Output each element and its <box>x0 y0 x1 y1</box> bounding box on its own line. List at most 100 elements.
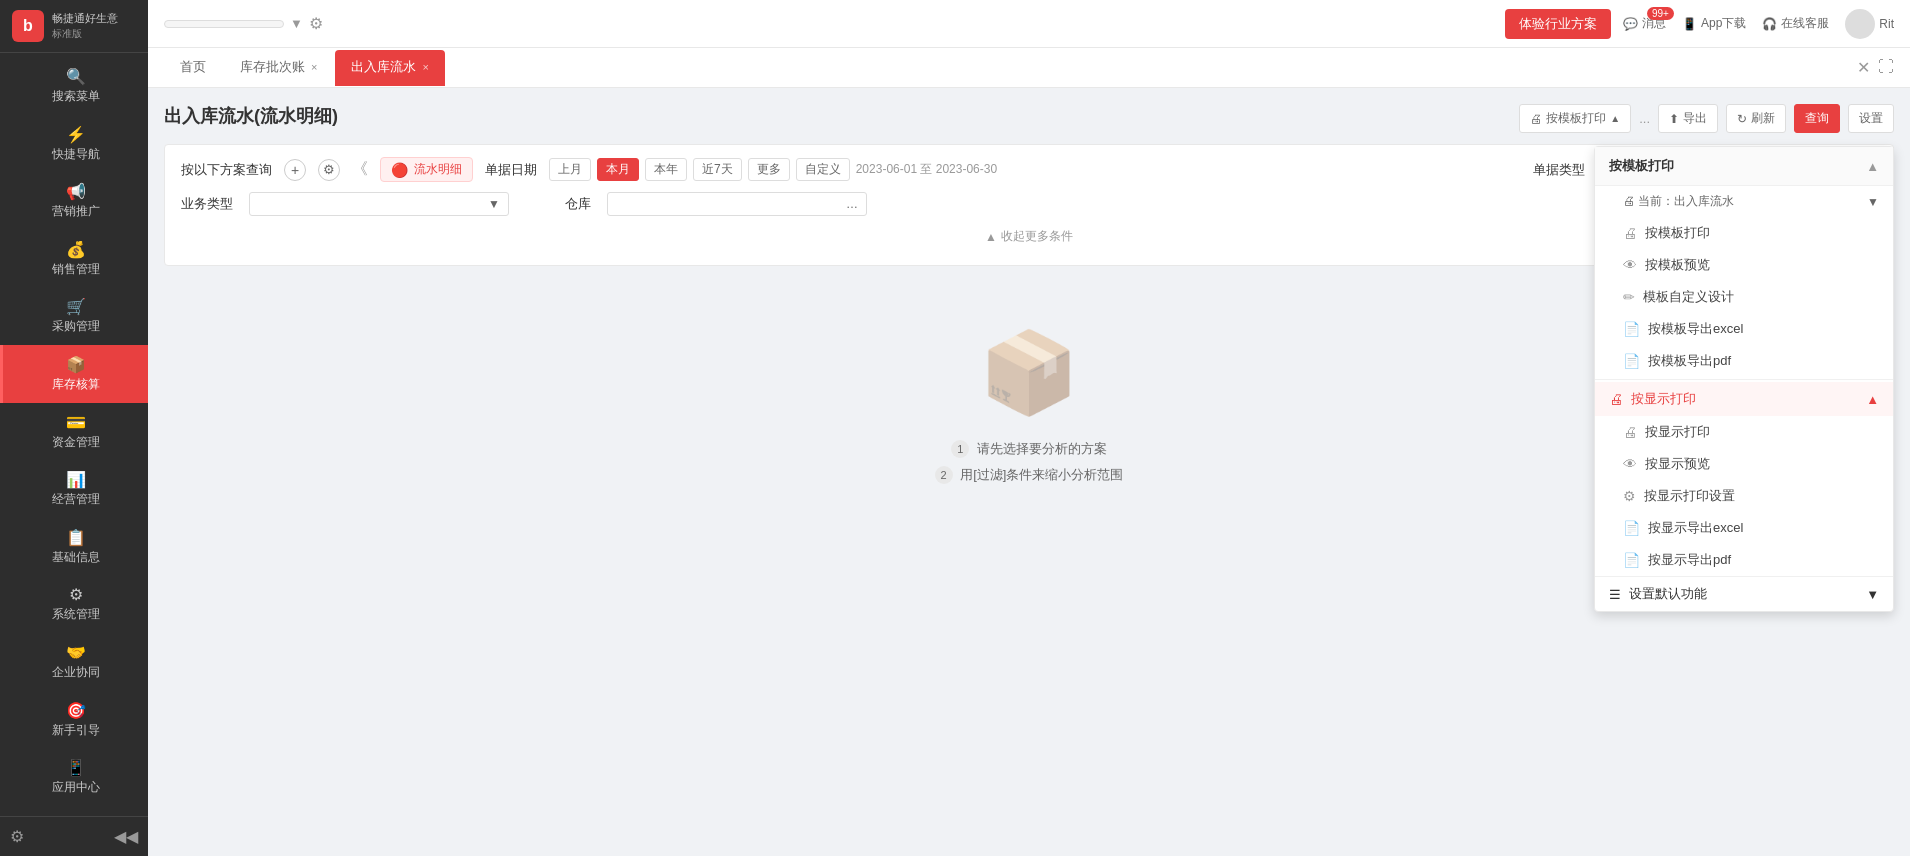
dropdown-group-item-0[interactable]: 🖨 按显示打印 <box>1595 416 1893 448</box>
sidebar-item-base[interactable]: 📋基础信息 <box>0 518 148 576</box>
dropdown-item-3[interactable]: 📄 按模板导出excel <box>1595 313 1893 345</box>
dropdown-item-label-3: 按模板导出excel <box>1648 320 1743 338</box>
tab-close-icon[interactable]: × <box>422 61 428 73</box>
nav-icon-purchase: 🛒 <box>66 297 86 316</box>
dropdown-group-item-3[interactable]: 📄 按显示导出excel <box>1595 512 1893 544</box>
footer-label: 设置默认功能 <box>1629 585 1707 603</box>
action-more-icon[interactable]: ... <box>1639 111 1650 126</box>
date-btn-近7天[interactable]: 近7天 <box>693 158 742 181</box>
dropdown-item-1[interactable]: 👁 按模板预览 <box>1595 249 1893 281</box>
dropdown-divider <box>1595 379 1893 380</box>
dropdown-group-item-4[interactable]: 📄 按显示导出pdf <box>1595 544 1893 576</box>
dropdown-item-4[interactable]: 📄 按模板导出pdf <box>1595 345 1893 377</box>
sidebar-item-wechat[interactable]: 💬企业微信 <box>0 806 148 816</box>
date-btn-更多[interactable]: 更多 <box>748 158 790 181</box>
nav-label-enterprise: 企业协同 <box>52 665 100 681</box>
page-content: 出入库流水(流水明细) 按以下方案查询 + ⚙ 《 🔴 流水明细 单据日期 上月… <box>148 88 1910 856</box>
nav-icon-quick-nav: ⚡ <box>66 125 86 144</box>
current-chevron: ▼ <box>1867 195 1879 209</box>
collapse-sidebar-icon[interactable]: ◀◀ <box>114 827 138 846</box>
refresh-btn[interactable]: ↻ 刷新 <box>1726 104 1786 133</box>
topbar-gear-icon[interactable]: ⚙ <box>309 14 323 33</box>
user-avatar-area[interactable]: Rit <box>1845 9 1894 39</box>
sidebar-item-purchase[interactable]: 🛒采购管理 <box>0 287 148 345</box>
tab-label: 出入库流水 <box>351 58 416 76</box>
filter-gear-button[interactable]: ⚙ <box>318 159 340 181</box>
tab-库存批次账[interactable]: 库存批次账 × <box>224 50 333 86</box>
close-all-icon[interactable]: ✕ <box>1857 58 1870 77</box>
industry-btn[interactable]: 体验行业方案 <box>1505 9 1611 39</box>
nav-label-operations: 经营管理 <box>52 492 100 508</box>
dropdown-panel: 按模板打印 ▲ 🖨 当前：出入库流水 ▼ 🖨 按模板打印 👁 按模板预览 ✏ 模… <box>1594 146 1894 612</box>
filter-add-button[interactable]: + <box>284 159 306 181</box>
date-btn-自定义[interactable]: 自定义 <box>796 158 850 181</box>
sidebar-item-inventory[interactable]: 📦库存核算 <box>0 345 148 403</box>
warehouse-label: 仓库 <box>565 195 591 213</box>
date-btn-本年[interactable]: 本年 <box>645 158 687 181</box>
customer-service-icon: 🎧 <box>1762 17 1777 31</box>
sidebar-item-guide[interactable]: 🎯新手引导 <box>0 691 148 749</box>
user-dropdown-icon[interactable]: ▼ <box>290 16 303 31</box>
message-item[interactable]: 💬 消息 99+ <box>1623 15 1666 32</box>
query-btn[interactable]: 查询 <box>1794 104 1840 133</box>
filter-tag-label: 流水明细 <box>414 161 462 178</box>
warehouse-select[interactable]: … <box>607 192 867 216</box>
nav-icon-sales: 💰 <box>66 240 86 259</box>
settings-btn[interactable]: 设置 <box>1848 104 1894 133</box>
filter-tag: 🔴 流水明细 <box>380 157 473 182</box>
dropdown-header: 按模板打印 ▲ <box>1595 147 1893 186</box>
dropdown-footer[interactable]: ☰ 设置默认功能 ▼ <box>1595 576 1893 611</box>
tab-close-icon[interactable]: × <box>311 61 317 73</box>
sidebar-item-app-center[interactable]: 📱应用中心 <box>0 748 148 806</box>
customer-service-item[interactable]: 🎧 在线客服 <box>1762 15 1829 32</box>
tab-label: 库存批次账 <box>240 58 305 76</box>
dropdown-item-0[interactable]: 🖨 按模板打印 <box>1595 217 1893 249</box>
message-icon: 💬 <box>1623 17 1638 31</box>
logo-text: 畅捷通好生意 <box>52 11 118 26</box>
sidebar-item-system[interactable]: ⚙系统管理 <box>0 575 148 633</box>
dropdown-item-icon-0: 🖨 <box>1623 225 1637 241</box>
sidebar-item-operations[interactable]: 📊经营管理 <box>0 460 148 518</box>
maximize-icon[interactable]: ⛶ <box>1878 58 1894 77</box>
sidebar-footer: ⚙ ◀◀ <box>0 816 148 856</box>
current-label: 🖨 当前：出入库流水 <box>1623 193 1734 210</box>
footer-chevron: ▼ <box>1866 587 1879 602</box>
user-name-area[interactable] <box>164 20 284 28</box>
date-filter: 上月本月本年近7天更多自定义 2023-06-01 至 2023-06-30 <box>549 158 997 181</box>
print-template-btn[interactable]: 🖨 按模板打印 ▲ <box>1519 104 1631 133</box>
date-btn-上月[interactable]: 上月 <box>549 158 591 181</box>
tab-label: 首页 <box>180 58 206 76</box>
sidebar-item-marketing[interactable]: 📢营销推广 <box>0 172 148 230</box>
nav-icon-search: 🔍 <box>66 67 86 86</box>
sidebar-item-enterprise[interactable]: 🤝企业协同 <box>0 633 148 691</box>
nav-label-quick-nav: 快捷导航 <box>52 147 100 163</box>
nav-label-marketing: 营销推广 <box>52 204 100 220</box>
date-btn-本月[interactable]: 本月 <box>597 158 639 181</box>
dropdown-group-item-icon-4: 📄 <box>1623 552 1640 568</box>
tip-number-2: 2 <box>935 466 953 484</box>
dropdown-title: 按模板打印 <box>1609 157 1674 175</box>
sidebar-item-quick-nav[interactable]: ⚡ 快捷导航 <box>0 115 148 173</box>
voucher-type-label: 单据类型 <box>1533 161 1585 179</box>
business-type-label: 业务类型 <box>181 195 233 213</box>
topbar-user: ▼ ⚙ <box>164 14 1493 33</box>
dropdown-group-item-1[interactable]: 👁 按显示预览 <box>1595 448 1893 480</box>
sidebar-item-finance[interactable]: 💳资金管理 <box>0 403 148 461</box>
settings-icon[interactable]: ⚙ <box>10 827 24 846</box>
tab-首页[interactable]: 首页 <box>164 50 222 86</box>
date-range-display: 2023-06-01 至 2023-06-30 <box>856 161 997 178</box>
nav-icon-finance: 💳 <box>66 413 86 432</box>
dropdown-item-2[interactable]: ✏ 模板自定义设计 <box>1595 281 1893 313</box>
export-btn[interactable]: ⬆ 导出 <box>1658 104 1718 133</box>
app-download-item[interactable]: 📱 App下载 <box>1682 15 1746 32</box>
filter-collapse-icon[interactable]: 《 <box>352 159 368 180</box>
sidebar-item-sales[interactable]: 💰销售管理 <box>0 230 148 288</box>
topbar: ▼ ⚙ 体验行业方案 💬 消息 99+ 📱 App下载 🎧 在线客服 Rit <box>148 0 1910 48</box>
business-type-select[interactable]: ▼ <box>249 192 509 216</box>
dropdown-group-item-icon-2: ⚙ <box>1623 488 1636 504</box>
dropdown-group-item-2[interactable]: ⚙ 按显示打印设置 <box>1595 480 1893 512</box>
dropdown-up-icon[interactable]: ▲ <box>1866 159 1879 174</box>
sidebar-item-search[interactable]: 🔍搜索菜单 <box>0 57 148 115</box>
tab-出入库流水[interactable]: 出入库流水 × <box>335 50 444 86</box>
dropdown-group-header[interactable]: 🖨 按显示打印 ▲ <box>1595 382 1893 416</box>
